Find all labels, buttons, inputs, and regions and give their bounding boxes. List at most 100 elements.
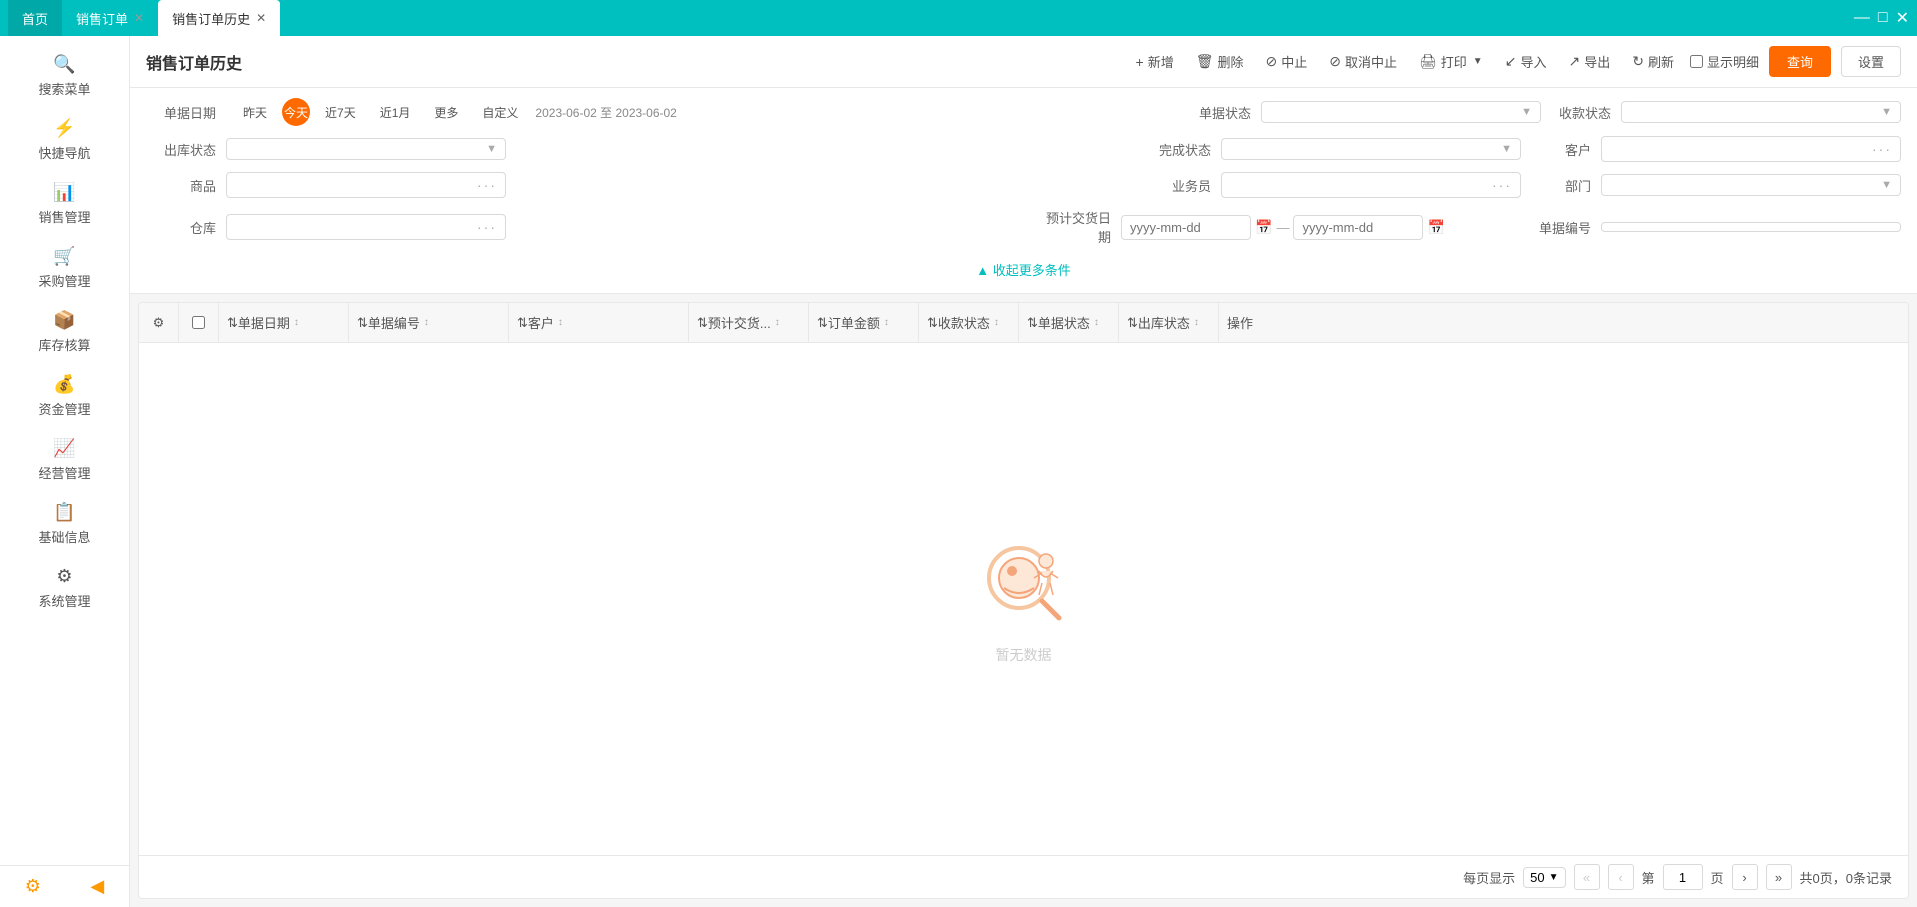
collapse-bar[interactable]: ▲ 收起更多条件 xyxy=(146,256,1901,283)
tab-sales-order-label: 销售订单 xyxy=(76,9,128,28)
next-page-btn[interactable]: › xyxy=(1732,864,1758,890)
import-icon: ↙ xyxy=(1505,53,1517,70)
sidebar-item-search[interactable]: 🔍 搜索菜单 xyxy=(0,44,129,108)
empty-state: 暂无数据 xyxy=(139,343,1908,855)
btn-7days[interactable]: 近7天 xyxy=(316,101,365,124)
export-button[interactable]: ↗ 导出 xyxy=(1562,48,1616,75)
calendar-end-icon[interactable]: 📅 xyxy=(1427,219,1444,236)
sidebar-item-sales[interactable]: 📊 销售管理 xyxy=(0,172,129,236)
out-status-select[interactable]: ▼ xyxy=(226,138,506,160)
delivery-date-inputs: 📅 — 📅 xyxy=(1121,215,1445,240)
stop-button[interactable]: ⊘ 中止 xyxy=(1260,48,1314,75)
th-gear[interactable]: ⚙ xyxy=(139,303,179,343)
sidebar-item-system-label: 系统管理 xyxy=(38,591,90,610)
page-input[interactable] xyxy=(1663,864,1703,890)
add-button[interactable]: + 新增 xyxy=(1130,48,1180,75)
btn-today[interactable]: 今天 xyxy=(282,98,310,126)
toolbar: + 新增 🗑 删除 ⊘ 中止 ⊘ 取消中止 🖨 打印 xyxy=(1130,46,1902,77)
top-bar: 首页 销售订单 ✕ 销售订单历史 ✕ — □ ✕ xyxy=(0,0,1917,36)
client-select[interactable]: ··· xyxy=(1601,136,1901,162)
sidebar-settings-icon[interactable]: ⚙ xyxy=(25,876,41,897)
warehouse-select[interactable]: ··· xyxy=(226,214,506,240)
salesman-select[interactable]: ··· xyxy=(1221,172,1521,198)
th-num-arrow: ↕ xyxy=(424,317,429,328)
first-page-icon: « xyxy=(1583,870,1590,885)
sidebar: 🔍 搜索菜单 ⚡ 快捷导航 📊 销售管理 🛒 采购管理 📦 库存核算 💰 资金管… xyxy=(0,36,130,907)
th-out[interactable]: ⇅ 出库状态 ↕ xyxy=(1119,303,1219,343)
last-page-btn[interactable]: » xyxy=(1766,864,1792,890)
btn-custom[interactable]: 自定义 xyxy=(473,101,527,124)
order-no-label: 单据编号 xyxy=(1521,218,1601,237)
minimize-btn[interactable]: — xyxy=(1854,9,1870,27)
status-select[interactable]: ▼ xyxy=(1261,101,1541,123)
tab-home-label: 首页 xyxy=(22,9,48,28)
first-page-btn[interactable]: « xyxy=(1574,864,1600,890)
empty-icon xyxy=(974,533,1074,633)
tab-sales-order-close[interactable]: ✕ xyxy=(134,11,144,25)
th-status[interactable]: ⇅ 单据状态 ↕ xyxy=(1019,303,1119,343)
empty-text: 暂无数据 xyxy=(996,645,1052,665)
goods-select[interactable]: ··· xyxy=(226,172,506,198)
cancel-stop-button[interactable]: ⊘ 取消中止 xyxy=(1323,48,1403,75)
pay-status-label: 收款状态 xyxy=(1541,103,1621,122)
th-status-sort-icon: ⇅ xyxy=(1027,315,1038,331)
tab-history-close[interactable]: ✕ xyxy=(256,11,266,25)
filter-row-1: 单据日期 昨天 今天 近7天 近1月 更多 自定义 2023-06-02 至 2… xyxy=(146,98,1901,126)
refresh-button[interactable]: ↻ 刷新 xyxy=(1626,48,1680,75)
maximize-btn[interactable]: □ xyxy=(1878,9,1888,27)
close-btn[interactable]: ✕ xyxy=(1896,8,1909,28)
btn-yesterday[interactable]: 昨天 xyxy=(234,101,276,124)
th-pay-sort-icon: ⇅ xyxy=(927,315,938,331)
th-pay-label: 收款状态 xyxy=(938,313,990,332)
out-status-label: 出库状态 xyxy=(146,140,226,159)
th-client-label: 客户 xyxy=(528,313,554,332)
th-pay[interactable]: ⇅ 收款状态 ↕ xyxy=(919,303,1019,343)
sidebar-item-operation[interactable]: 📈 经营管理 xyxy=(0,428,129,492)
th-check[interactable] xyxy=(179,303,219,343)
tab-home[interactable]: 首页 xyxy=(8,0,62,36)
print-button[interactable]: 🖨 打印 ▼ xyxy=(1413,48,1489,75)
dept-select[interactable]: ▼ xyxy=(1601,174,1901,196)
query-button[interactable]: 查询 xyxy=(1769,46,1831,77)
complete-status-select[interactable]: ▼ xyxy=(1221,138,1521,160)
dept-arrow-icon: ▼ xyxy=(1881,179,1892,191)
sidebar-item-purchase[interactable]: 🛒 采购管理 xyxy=(0,236,129,300)
sidebar-item-nav[interactable]: ⚡ 快捷导航 xyxy=(0,108,129,172)
btn-1month[interactable]: 近1月 xyxy=(371,101,420,124)
delete-button[interactable]: 🗑 删除 xyxy=(1190,48,1250,75)
btn-more[interactable]: 更多 xyxy=(425,101,467,124)
delivery-start-input[interactable] xyxy=(1121,215,1251,240)
settings-button[interactable]: 设置 xyxy=(1841,46,1901,77)
th-date[interactable]: ⇅ 单据日期 ↕ xyxy=(219,303,349,343)
client-dots-icon: ··· xyxy=(1872,141,1892,157)
display-detail-input[interactable] xyxy=(1690,55,1703,68)
order-no-input[interactable] xyxy=(1601,222,1901,232)
sidebar-item-sales-label: 销售管理 xyxy=(38,207,90,226)
th-num[interactable]: ⇅ 单据编号 ↕ xyxy=(349,303,509,343)
status-label: 单据状态 xyxy=(1181,103,1261,122)
select-all-checkbox[interactable] xyxy=(192,316,205,329)
sales-icon: 📊 xyxy=(53,182,75,203)
tab-sales-order[interactable]: 销售订单 ✕ xyxy=(62,0,158,36)
sidebar-item-system[interactable]: ⚙ 系统管理 xyxy=(0,556,129,620)
sidebar-item-search-label: 搜索菜单 xyxy=(38,79,90,98)
th-amount-label: 订单金额 xyxy=(828,313,880,332)
th-amount-sort-icon: ⇅ xyxy=(817,315,828,331)
sidebar-item-inventory[interactable]: 📦 库存核算 xyxy=(0,300,129,364)
per-page-select[interactable]: 50 ▼ xyxy=(1523,867,1565,888)
sidebar-collapse-icon[interactable]: ◀ xyxy=(90,876,104,897)
sidebar-item-finance[interactable]: 💰 资金管理 xyxy=(0,364,129,428)
display-detail-checkbox[interactable]: 显示明细 xyxy=(1690,52,1759,71)
calendar-start-icon[interactable]: 📅 xyxy=(1255,219,1272,236)
th-amount[interactable]: ⇅ 订单金额 ↕ xyxy=(809,303,919,343)
pay-status-select[interactable]: ▼ xyxy=(1621,101,1901,123)
sidebar-item-basic[interactable]: 📋 基础信息 xyxy=(0,492,129,556)
prev-page-btn[interactable]: ‹ xyxy=(1608,864,1634,890)
th-client[interactable]: ⇅ 客户 ↕ xyxy=(509,303,689,343)
th-delivery[interactable]: ⇅ 预计交货... ↕ xyxy=(689,303,809,343)
tab-sales-order-history[interactable]: 销售订单历史 ✕ xyxy=(158,0,280,36)
import-button[interactable]: ↙ 导入 xyxy=(1499,48,1553,75)
delivery-end-input[interactable] xyxy=(1293,215,1423,240)
filter-group-dept: 部门 ▼ xyxy=(1521,174,1901,196)
filter-row-4: 仓库 ··· 预计交货日期 📅 — 📅 单据编号 xyxy=(146,208,1901,246)
